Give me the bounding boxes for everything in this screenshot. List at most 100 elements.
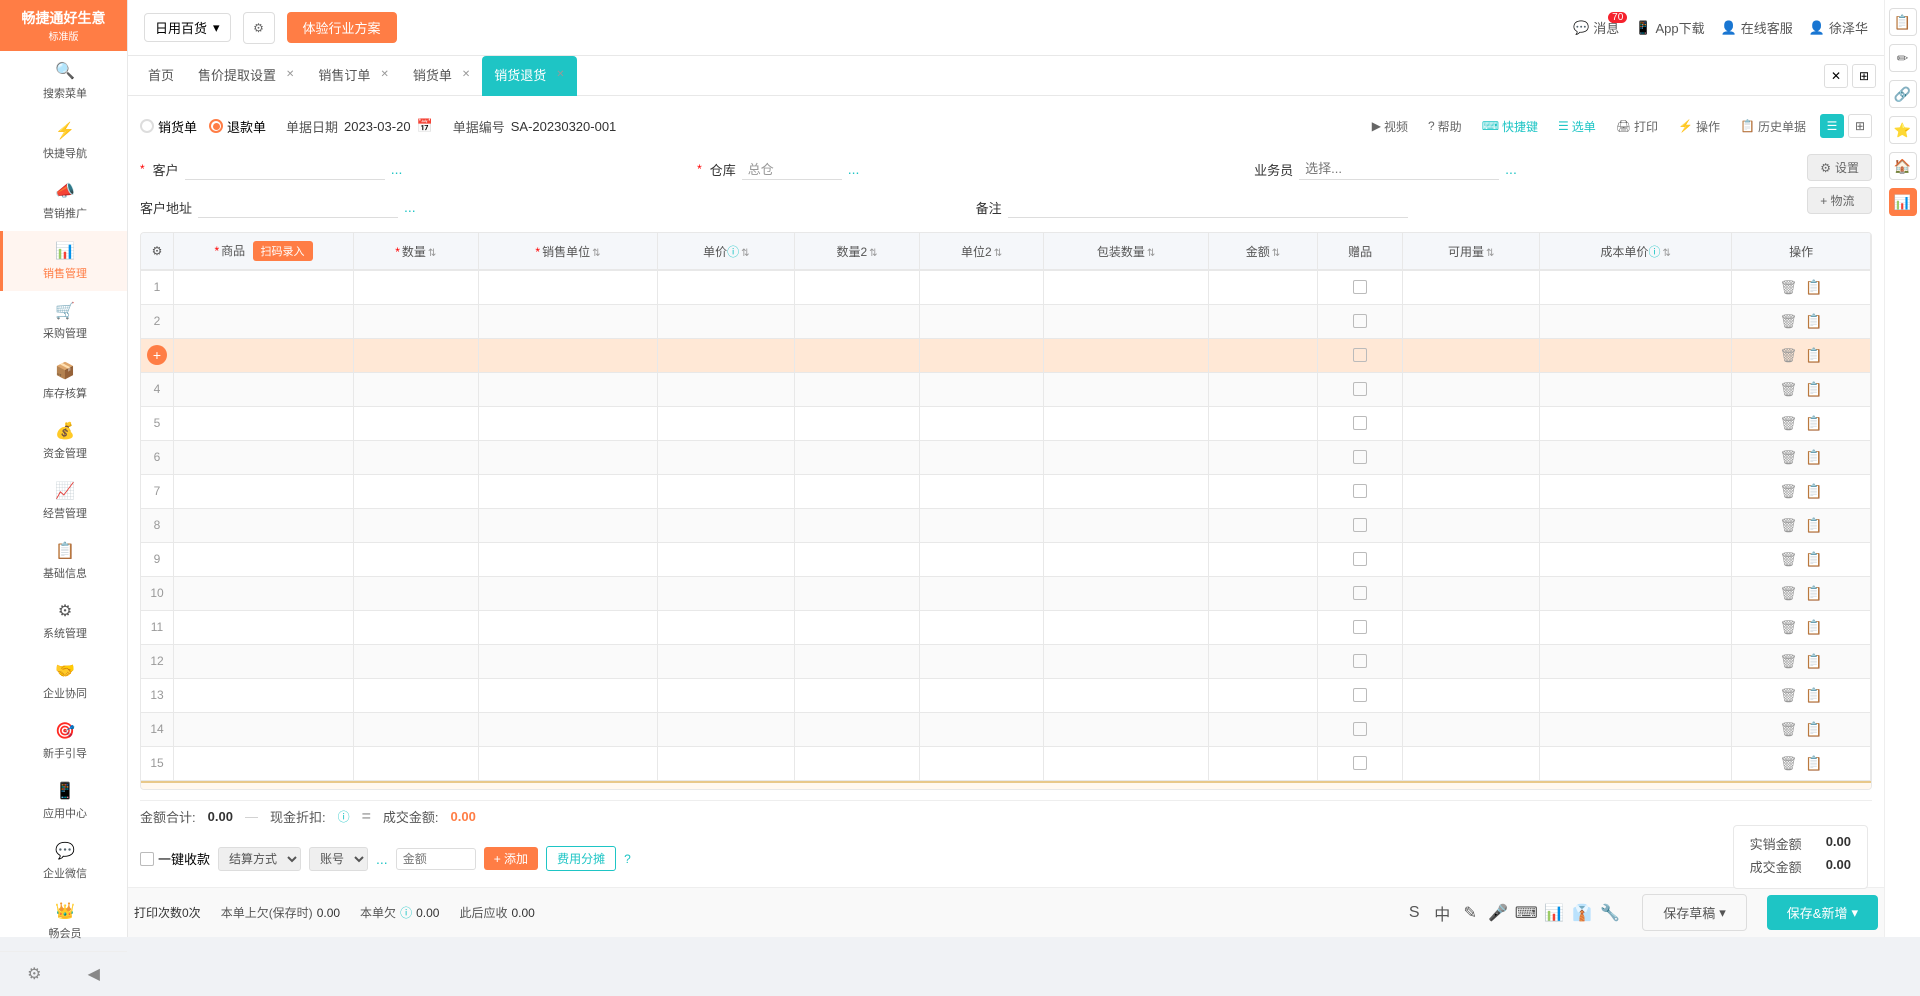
copy-row-8[interactable]: 📋: [1803, 515, 1824, 536]
cell-unit2-14[interactable]: [919, 712, 1044, 746]
delete-row-10[interactable]: 🗑: [1777, 583, 1799, 604]
cell-product-2[interactable]: [174, 304, 354, 338]
delete-row-7[interactable]: 🗑: [1777, 481, 1799, 502]
customer-dots[interactable]: ...: [391, 161, 403, 177]
cell-available-1[interactable]: [1403, 270, 1540, 304]
cell-quantity-4[interactable]: [354, 372, 479, 406]
one-click-checkbox[interactable]: [140, 852, 154, 866]
pkg-sort-icon[interactable]: ⇅: [1147, 248, 1155, 259]
taskbar-icon-3[interactable]: ✎: [1458, 901, 1482, 925]
cell-amount-4[interactable]: [1208, 372, 1317, 406]
experience-button[interactable]: 体验行业方案: [287, 12, 397, 43]
tab-close-price-settings[interactable]: ✕: [286, 69, 294, 80]
cell-product-13[interactable]: [174, 678, 354, 712]
cell-cost-price-5[interactable]: [1540, 406, 1732, 440]
right-btn-5[interactable]: 🏠: [1889, 152, 1917, 180]
cell-cost-price-1[interactable]: [1540, 270, 1732, 304]
cell-sales-unit-13[interactable]: [478, 678, 658, 712]
tab-close-sales-return[interactable]: ✕: [556, 69, 564, 80]
cell-qty2-10[interactable]: [795, 576, 920, 610]
cell-product-5[interactable]: [174, 406, 354, 440]
save-new-button[interactable]: 保存&新增 ▾: [1767, 895, 1878, 930]
gift-checkbox-2[interactable]: [1353, 314, 1367, 328]
scan-button[interactable]: 扫码录入: [253, 241, 313, 261]
cell-unit-price-2[interactable]: [658, 304, 795, 338]
cell-product-9[interactable]: [174, 542, 354, 576]
amount-sort-icon[interactable]: ⇅: [1272, 248, 1280, 259]
cell-quantity-13[interactable]: [354, 678, 479, 712]
cell-available-5[interactable]: [1403, 406, 1540, 440]
sidebar-item-inventory[interactable]: 📦 库存核算: [0, 351, 127, 411]
tab-sales-return[interactable]: 销货退货✕: [482, 56, 576, 96]
sidebar-item-operations[interactable]: 📈 经营管理: [0, 471, 127, 531]
cash-discount-info[interactable]: ⓘ: [338, 808, 350, 825]
taskbar-icon-2[interactable]: 中: [1430, 901, 1454, 925]
cell-cost-price-9[interactable]: [1540, 542, 1732, 576]
cell-amount-8[interactable]: [1208, 508, 1317, 542]
print-btn[interactable]: 🖨 打印: [1610, 115, 1664, 138]
cell-cost-price-7[interactable]: [1540, 474, 1732, 508]
once-info[interactable]: ⓘ: [400, 904, 412, 921]
cell-qty2-13[interactable]: [795, 678, 920, 712]
cell-package-qty-15[interactable]: [1044, 746, 1208, 780]
available-sort-icon[interactable]: ⇅: [1486, 248, 1494, 259]
cell-gift-7[interactable]: [1317, 474, 1402, 508]
gift-checkbox-6[interactable]: [1353, 450, 1367, 464]
cell-sales-unit-10[interactable]: [478, 576, 658, 610]
sidebar-item-marketing[interactable]: 📣 营销推广: [0, 171, 127, 231]
staff-dots[interactable]: ...: [1505, 161, 1517, 177]
cell-package-qty-7[interactable]: [1044, 474, 1208, 508]
cell-unit-price-10[interactable]: [658, 576, 795, 610]
cell-qty2-8[interactable]: [795, 508, 920, 542]
cell-sales-unit-12[interactable]: [478, 644, 658, 678]
cell-cost-price-14[interactable]: [1540, 712, 1732, 746]
staff-input[interactable]: [1299, 158, 1499, 180]
sidebar-item-search[interactable]: 🔍 搜索菜单: [0, 51, 127, 111]
cell-amount-6[interactable]: [1208, 440, 1317, 474]
gear-button[interactable]: ⚙: [243, 12, 275, 44]
cell-product-1[interactable]: [174, 270, 354, 304]
cell-cost-price-2[interactable]: [1540, 304, 1732, 338]
cell-qty2-4[interactable]: [795, 372, 920, 406]
delete-row-4[interactable]: 🗑: [1777, 379, 1799, 400]
copy-row-6[interactable]: 📋: [1803, 447, 1824, 468]
sales-unit-sort-icon[interactable]: ⇅: [592, 248, 600, 259]
cell-product-12[interactable]: [174, 644, 354, 678]
customer-input[interactable]: [185, 158, 385, 180]
cell-available-11[interactable]: [1403, 610, 1540, 644]
cell-package-qty-2[interactable]: [1044, 304, 1208, 338]
cell-quantity-8[interactable]: [354, 508, 479, 542]
cell-unit-price-8[interactable]: [658, 508, 795, 542]
cell-unit2-4[interactable]: [919, 372, 1044, 406]
grid-view-btn[interactable]: ⊞: [1848, 114, 1872, 138]
cell-gift-2[interactable]: [1317, 304, 1402, 338]
quantity-sort-icon[interactable]: ⇅: [428, 248, 436, 259]
cell-amount-11[interactable]: [1208, 610, 1317, 644]
cell-unit-price-3[interactable]: [658, 338, 795, 372]
cell-sales-unit-9[interactable]: [478, 542, 658, 576]
cell-unit2-11[interactable]: [919, 610, 1044, 644]
cell-quantity-6[interactable]: [354, 440, 479, 474]
delete-row-3[interactable]: 🗑: [1777, 345, 1799, 366]
copy-row-3[interactable]: 📋: [1803, 345, 1824, 366]
cell-quantity-15[interactable]: [354, 746, 479, 780]
copy-row-13[interactable]: 📋: [1803, 685, 1824, 706]
right-btn-6[interactable]: 📊: [1889, 188, 1917, 216]
cell-gift-6[interactable]: [1317, 440, 1402, 474]
cell-quantity-9[interactable]: [354, 542, 479, 576]
cell-gift-5[interactable]: [1317, 406, 1402, 440]
message-button[interactable]: 💬 消息 70: [1573, 18, 1619, 37]
delete-row-9[interactable]: 🗑: [1777, 549, 1799, 570]
cell-package-qty-1[interactable]: [1044, 270, 1208, 304]
delete-row-2[interactable]: 🗑: [1777, 311, 1799, 332]
cell-unit2-3[interactable]: [919, 338, 1044, 372]
cell-amount-3[interactable]: [1208, 338, 1317, 372]
gift-checkbox-5[interactable]: [1353, 416, 1367, 430]
cell-quantity-11[interactable]: [354, 610, 479, 644]
cell-package-qty-3[interactable]: [1044, 338, 1208, 372]
cell-unit2-13[interactable]: [919, 678, 1044, 712]
taskbar-icon-5[interactable]: ⌨: [1514, 901, 1538, 925]
cell-amount-10[interactable]: [1208, 576, 1317, 610]
cell-available-9[interactable]: [1403, 542, 1540, 576]
cell-sales-unit-3[interactable]: [478, 338, 658, 372]
